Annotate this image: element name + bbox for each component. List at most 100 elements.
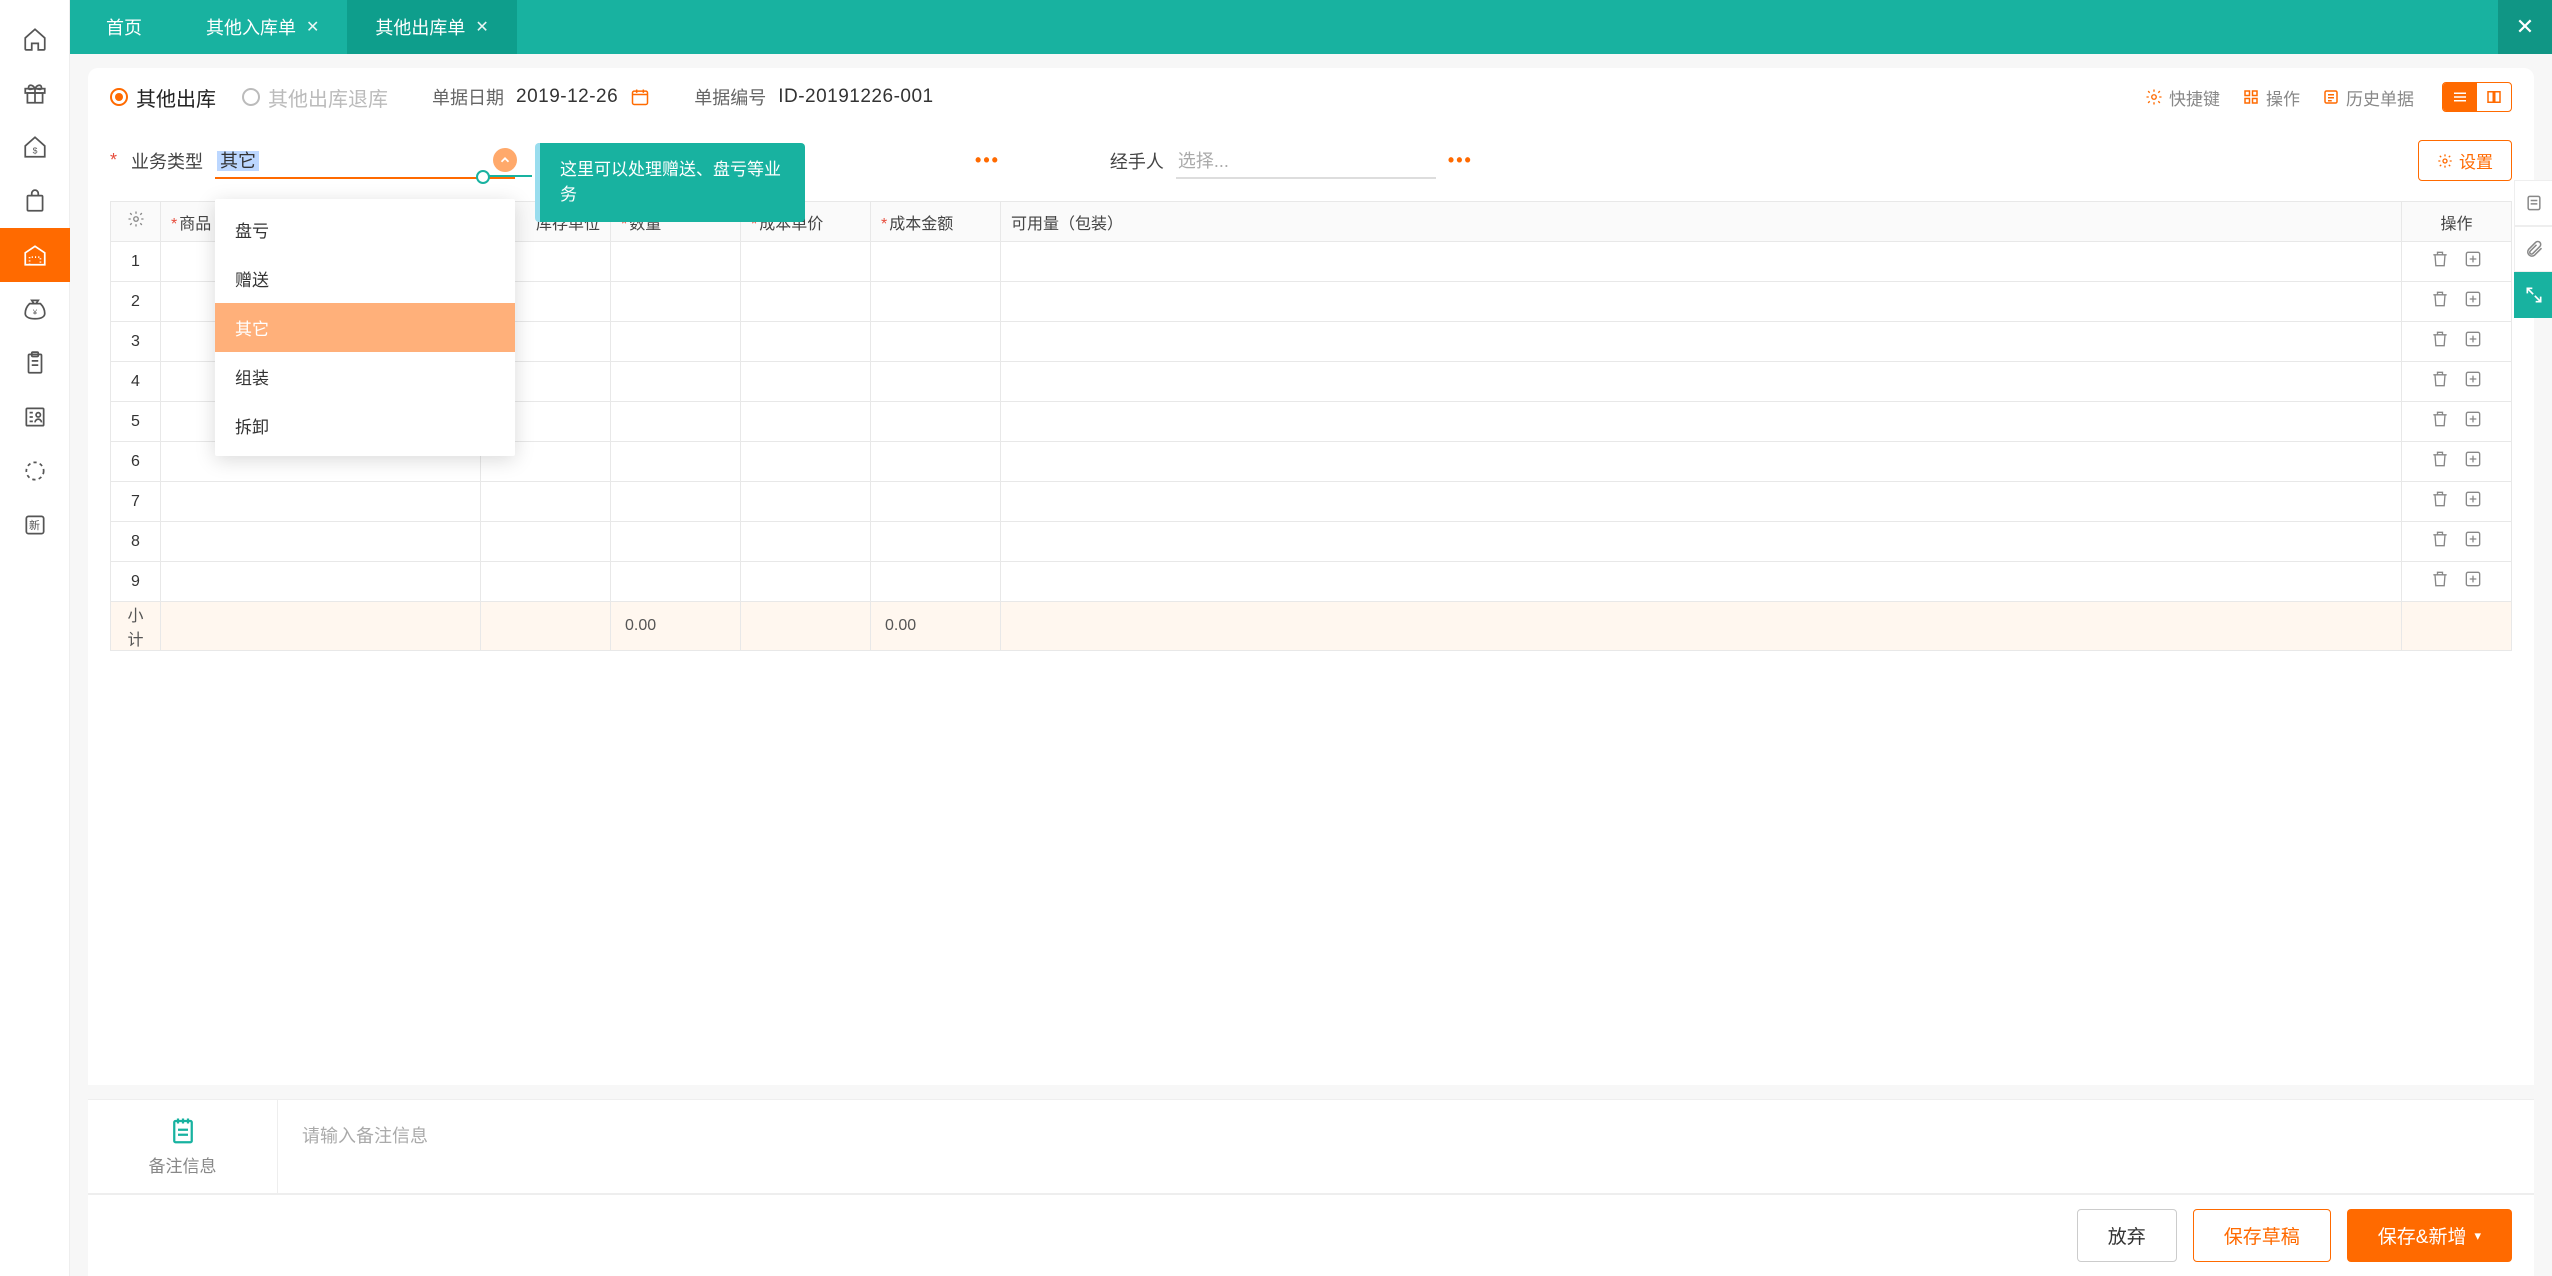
cell-qty[interactable] — [611, 562, 741, 602]
nav-gift-icon[interactable] — [0, 66, 70, 120]
calendar-icon[interactable] — [630, 87, 650, 107]
table-row[interactable]: 9 — [111, 562, 2512, 602]
cell-cost-price[interactable] — [741, 482, 871, 522]
cell-qty[interactable] — [611, 482, 741, 522]
cell-available[interactable] — [1001, 322, 2402, 362]
cell-cost-amount[interactable] — [871, 442, 1001, 482]
cell-cost-price[interactable] — [741, 362, 871, 402]
cell-qty[interactable] — [611, 522, 741, 562]
cell-cost-amount[interactable] — [871, 402, 1001, 442]
add-row-icon[interactable] — [2463, 569, 2483, 589]
history-action[interactable]: 历史单据 — [2322, 85, 2414, 110]
add-row-icon[interactable] — [2463, 369, 2483, 389]
more-icon[interactable]: ••• — [1448, 150, 1473, 171]
add-row-icon[interactable] — [2463, 489, 2483, 509]
tab-home[interactable]: 首页 — [70, 0, 178, 54]
cell-cost-price[interactable] — [741, 562, 871, 602]
cell-qty[interactable] — [611, 282, 741, 322]
cell-available[interactable] — [1001, 402, 2402, 442]
delete-row-icon[interactable] — [2430, 249, 2450, 269]
cell-cost-amount[interactable] — [871, 562, 1001, 602]
cell-qty[interactable] — [611, 362, 741, 402]
add-row-icon[interactable] — [2463, 449, 2483, 469]
nav-money-bag-icon[interactable]: ¥ — [0, 282, 70, 336]
more-icon[interactable]: ••• — [975, 150, 1000, 171]
table-row[interactable]: 7 — [111, 482, 2512, 522]
add-row-icon[interactable] — [2463, 249, 2483, 269]
cell-available[interactable] — [1001, 482, 2402, 522]
handler-select[interactable]: 选择... — [1176, 143, 1436, 179]
chevron-down-icon[interactable]: ▾ — [2474, 1228, 2481, 1244]
view-card-icon[interactable] — [2477, 83, 2511, 111]
cell-product[interactable] — [161, 522, 481, 562]
delete-row-icon[interactable] — [2430, 409, 2450, 429]
cell-cost-price[interactable] — [741, 522, 871, 562]
cell-cost-price[interactable] — [741, 282, 871, 322]
cell-cost-amount[interactable] — [871, 322, 1001, 362]
nav-clipboard-icon[interactable] — [0, 336, 70, 390]
doc-date-value[interactable]: 2019-12-26 — [516, 86, 618, 108]
tab-other-inbound[interactable]: 其他入库单 ✕ — [178, 0, 347, 54]
cell-cost-price[interactable] — [741, 242, 871, 282]
dropdown-option[interactable]: 赠送 — [215, 254, 515, 303]
nav-home-icon[interactable] — [0, 12, 70, 66]
cell-product[interactable] — [161, 562, 481, 602]
right-rail-expand-icon[interactable] — [2514, 272, 2552, 318]
nav-loading-icon[interactable] — [0, 444, 70, 498]
cell-cost-amount[interactable] — [871, 522, 1001, 562]
delete-row-icon[interactable] — [2430, 449, 2450, 469]
col-config-header[interactable] — [111, 202, 161, 242]
cell-qty[interactable] — [611, 322, 741, 362]
cell-stock-unit[interactable] — [481, 482, 611, 522]
close-icon[interactable]: ✕ — [475, 17, 488, 37]
cell-cost-price[interactable] — [741, 402, 871, 442]
add-row-icon[interactable] — [2463, 289, 2483, 309]
cell-qty[interactable] — [611, 402, 741, 442]
delete-row-icon[interactable] — [2430, 329, 2450, 349]
cell-available[interactable] — [1001, 242, 2402, 282]
radio-outbound[interactable]: 其他出库 — [110, 83, 216, 112]
delete-row-icon[interactable] — [2430, 569, 2450, 589]
save-and-new-button[interactable]: 保存&新增 ▾ — [2347, 1209, 2512, 1262]
cell-cost-price[interactable] — [741, 442, 871, 482]
cell-cost-amount[interactable] — [871, 282, 1001, 322]
dropdown-option[interactable]: 拆卸 — [215, 401, 515, 450]
nav-price-home-icon[interactable]: $ — [0, 120, 70, 174]
cell-available[interactable] — [1001, 362, 2402, 402]
delete-row-icon[interactable] — [2430, 369, 2450, 389]
cell-qty[interactable] — [611, 242, 741, 282]
delete-row-icon[interactable] — [2430, 289, 2450, 309]
delete-row-icon[interactable] — [2430, 489, 2450, 509]
cell-cost-amount[interactable] — [871, 482, 1001, 522]
cell-product[interactable] — [161, 482, 481, 522]
chevron-up-icon[interactable] — [493, 148, 517, 172]
settings-button[interactable]: 设置 — [2418, 140, 2512, 181]
table-row[interactable]: 8 — [111, 522, 2512, 562]
cell-available[interactable] — [1001, 522, 2402, 562]
tab-other-outbound[interactable]: 其他出库单 ✕ — [347, 0, 516, 54]
nav-contact-icon[interactable] — [0, 390, 70, 444]
right-rail-notes-icon[interactable] — [2514, 180, 2552, 226]
cell-cost-amount[interactable] — [871, 242, 1001, 282]
operate-action[interactable]: 操作 — [2242, 85, 2300, 110]
cell-stock-unit[interactable] — [481, 522, 611, 562]
remark-input[interactable]: 请输入备注信息 — [278, 1100, 2534, 1193]
dropdown-option[interactable]: 组装 — [215, 352, 515, 401]
right-rail-attach-icon[interactable] — [2514, 226, 2552, 272]
cell-available[interactable] — [1001, 282, 2402, 322]
close-icon[interactable]: ✕ — [306, 17, 319, 37]
dropdown-option[interactable]: 其它 — [215, 303, 515, 352]
nav-warehouse-icon[interactable] — [0, 228, 70, 282]
shortcut-action[interactable]: 快捷键 — [2145, 85, 2220, 110]
save-draft-button[interactable]: 保存草稿 — [2193, 1209, 2331, 1262]
cell-qty[interactable] — [611, 442, 741, 482]
cell-cost-amount[interactable] — [871, 362, 1001, 402]
add-row-icon[interactable] — [2463, 529, 2483, 549]
view-list-icon[interactable] — [2443, 83, 2477, 111]
cell-available[interactable] — [1001, 442, 2402, 482]
nav-new-icon[interactable]: 新 — [0, 498, 70, 552]
radio-outbound-return[interactable]: 其他出库退库 — [242, 83, 388, 112]
cell-stock-unit[interactable] — [481, 562, 611, 602]
close-all-icon[interactable]: ✕ — [2498, 0, 2552, 54]
discard-button[interactable]: 放弃 — [2077, 1209, 2177, 1262]
